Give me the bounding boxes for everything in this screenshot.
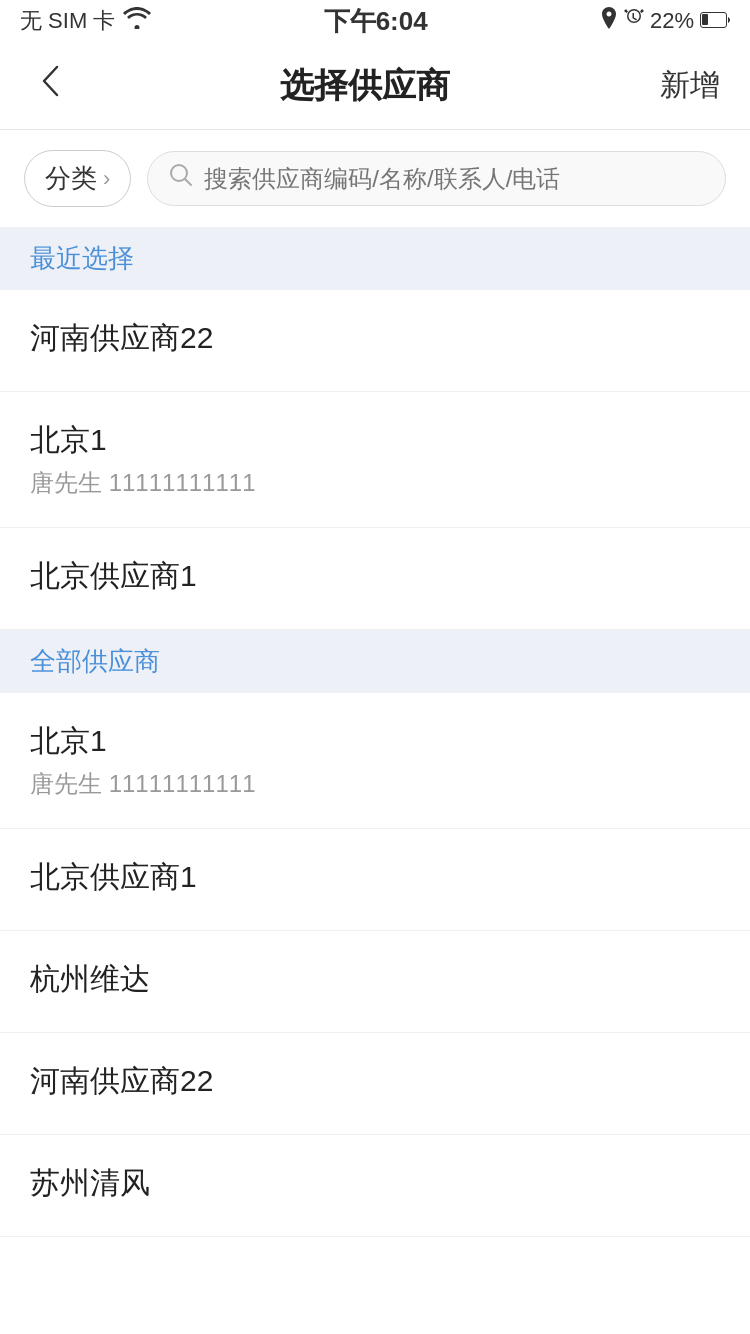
recent-section-header: 最近选择	[0, 227, 750, 290]
filter-bar: 分类 ›	[0, 130, 750, 227]
list-item[interactable]: 北京供应商1	[0, 829, 750, 931]
list-item[interactable]: 北京1 唐先生 11111111111	[0, 693, 750, 829]
status-time: 下午6:04	[324, 4, 428, 39]
category-button[interactable]: 分类 ›	[24, 150, 131, 207]
item-sub: 唐先生 11111111111	[30, 467, 720, 499]
item-name: 杭州维达	[30, 959, 720, 1000]
wifi-icon	[123, 7, 151, 35]
back-button[interactable]	[30, 54, 70, 117]
list-item[interactable]: 河南供应商22	[0, 290, 750, 392]
chevron-right-icon: ›	[103, 166, 110, 192]
list-item[interactable]: 北京1 唐先生 11111111111	[0, 392, 750, 528]
status-bar: 无 SIM 卡 下午6:04 22%	[0, 0, 750, 42]
item-name: 北京1	[30, 420, 720, 461]
battery-level-text: 22%	[650, 8, 694, 34]
all-section-header: 全部供应商	[0, 630, 750, 693]
search-box	[147, 151, 726, 206]
status-right: 22%	[600, 7, 730, 35]
recent-list: 河南供应商22 北京1 唐先生 11111111111 北京供应商1	[0, 290, 750, 630]
list-item[interactable]: 北京供应商1	[0, 528, 750, 630]
item-name: 北京1	[30, 721, 720, 762]
item-name: 苏州清风	[30, 1163, 720, 1204]
item-name: 河南供应商22	[30, 1061, 720, 1102]
list-item[interactable]: 苏州清风	[0, 1135, 750, 1237]
item-name: 北京供应商1	[30, 556, 720, 597]
list-item[interactable]: 杭州维达	[0, 931, 750, 1033]
battery-icon	[700, 8, 730, 34]
svg-rect-1	[702, 14, 708, 25]
list-item[interactable]: 河南供应商22	[0, 1033, 750, 1135]
item-sub: 唐先生 11111111111	[30, 768, 720, 800]
item-name: 河南供应商22	[30, 318, 720, 359]
location-icon	[600, 7, 618, 35]
alarm-icon	[624, 7, 644, 35]
status-left: 无 SIM 卡	[20, 6, 151, 36]
all-section-title: 全部供应商	[30, 646, 160, 676]
all-list: 北京1 唐先生 11111111111 北京供应商1 杭州维达河南供应商22 苏州清风	[0, 693, 750, 1237]
add-button[interactable]: 新增	[660, 65, 720, 106]
recent-section-title: 最近选择	[30, 243, 134, 273]
item-name: 北京供应商1	[30, 857, 720, 898]
page-title: 选择供应商	[280, 63, 450, 109]
search-icon	[168, 162, 194, 195]
nav-bar: 选择供应商 新增	[0, 42, 750, 130]
search-input[interactable]	[204, 165, 705, 193]
category-label: 分类	[45, 161, 97, 196]
sim-label: 无 SIM 卡	[20, 6, 115, 36]
